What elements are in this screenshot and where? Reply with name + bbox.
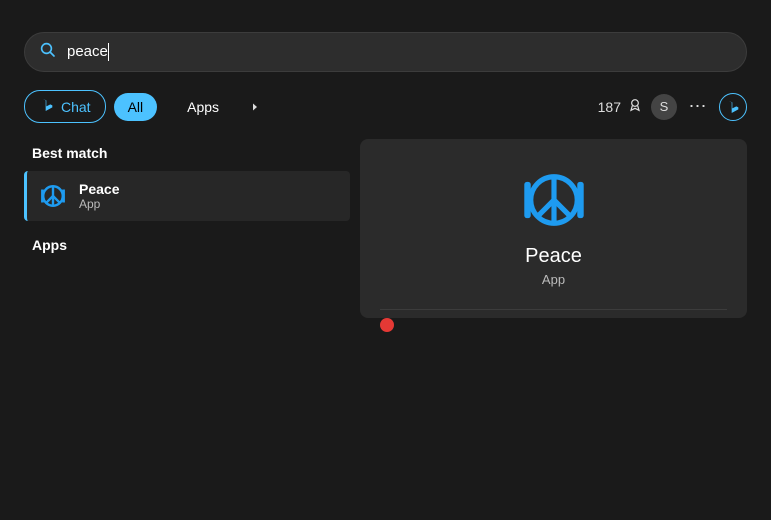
- bing-button[interactable]: [719, 93, 747, 121]
- peace-app-icon: [39, 182, 67, 210]
- detail-subtitle: App: [380, 272, 727, 287]
- search-input[interactable]: peace: [67, 43, 732, 61]
- search-icon: [39, 41, 57, 64]
- detail-title: Peace: [380, 245, 727, 268]
- best-match-heading: Best match: [24, 139, 350, 171]
- rewards-icon: [627, 97, 643, 116]
- apps-heading: Apps: [24, 231, 350, 263]
- annotation-highlight: [380, 318, 394, 332]
- divider: [380, 309, 727, 310]
- filter-more-arrow[interactable]: [241, 95, 269, 119]
- best-match-result[interactable]: Peace App: [24, 171, 350, 221]
- rewards-points[interactable]: 187: [598, 97, 643, 116]
- best-match-subtitle: App: [79, 197, 119, 211]
- filter-all[interactable]: All: [114, 93, 158, 121]
- more-menu[interactable]: ⋯: [685, 96, 711, 117]
- search-bar[interactable]: peace: [24, 32, 747, 72]
- chat-pill[interactable]: Chat: [24, 90, 106, 123]
- best-match-title: Peace: [79, 181, 119, 197]
- bing-chat-icon: [39, 97, 55, 116]
- filter-row: Chat All Apps 187 S ⋯: [0, 90, 771, 139]
- user-avatar[interactable]: S: [651, 94, 677, 120]
- detail-app-icon: [380, 163, 727, 245]
- detail-panel: Peace App: [360, 139, 747, 318]
- filter-apps[interactable]: Apps: [173, 93, 233, 121]
